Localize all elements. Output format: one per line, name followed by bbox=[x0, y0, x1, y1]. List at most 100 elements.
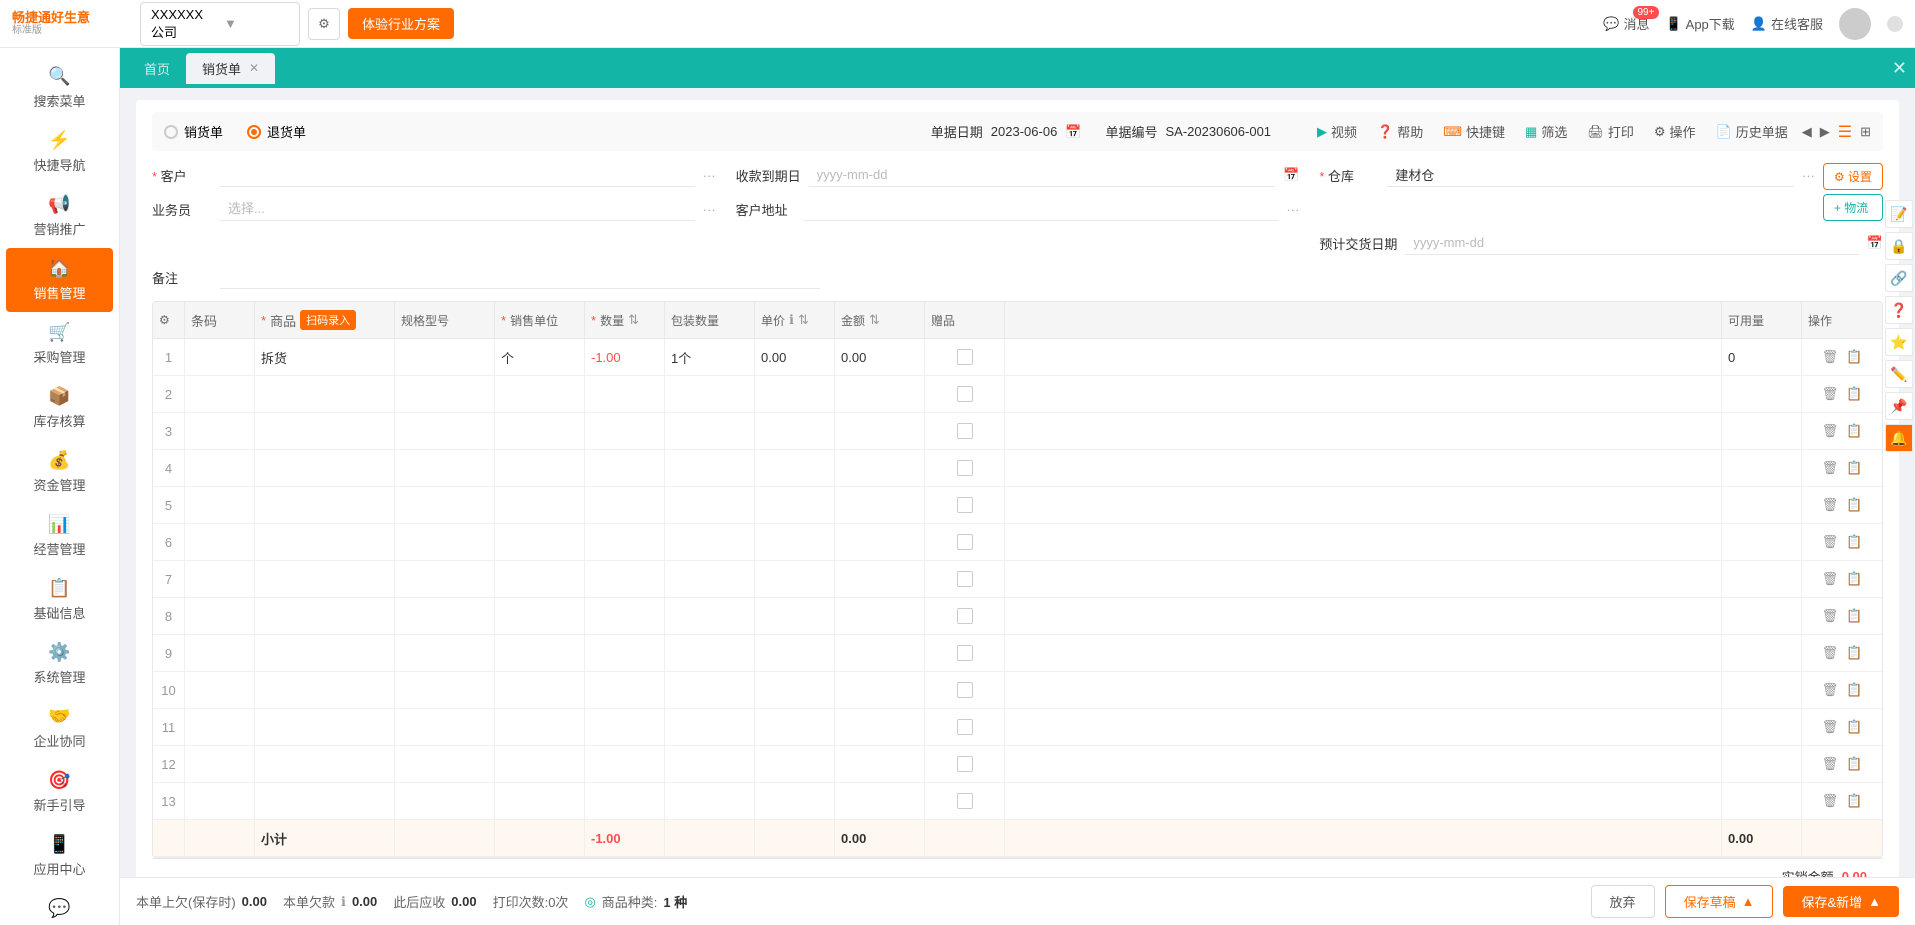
sidebar-item-inventory[interactable]: 📦 库存核算 bbox=[0, 376, 119, 440]
settings-gear-icon[interactable]: ⚙ bbox=[308, 8, 340, 40]
sidebar-item-appstore[interactable]: 📱 应用中心 bbox=[0, 824, 119, 888]
sidebar-item-operations[interactable]: 📊 经营管理 bbox=[0, 504, 119, 568]
scan-barcode-button[interactable]: 扫码录入 bbox=[300, 310, 356, 330]
copy-icon[interactable]: 📋 bbox=[1846, 460, 1862, 476]
warehouse-more-icon[interactable]: ··· bbox=[1802, 168, 1815, 183]
addr-more-icon[interactable]: ··· bbox=[1286, 202, 1299, 217]
tab-sales-order[interactable]: 销货单 ✕ bbox=[186, 53, 275, 84]
copy-icon[interactable]: 📋 bbox=[1846, 682, 1862, 698]
remark-input[interactable] bbox=[220, 265, 820, 289]
copy-icon[interactable]: 📋 bbox=[1846, 571, 1862, 587]
calendar-icon[interactable]: 📅 bbox=[1065, 124, 1081, 140]
delete-icon[interactable]: 🗑 bbox=[1822, 719, 1839, 735]
sidebar-item-marketing[interactable]: 📢 营销推广 bbox=[0, 184, 119, 248]
float-star-btn[interactable]: ⭐ bbox=[1885, 328, 1913, 356]
copy-icon[interactable]: 📋 bbox=[1846, 349, 1862, 365]
salesman-more-icon[interactable]: ··· bbox=[703, 202, 716, 217]
user-avatar[interactable] bbox=[1839, 8, 1871, 40]
td-qty[interactable]: -1.00 bbox=[585, 339, 665, 375]
help-btn[interactable]: ❓ 帮助 bbox=[1371, 120, 1429, 143]
app-download-btn[interactable]: 📱 App下载 bbox=[1665, 14, 1734, 33]
copy-icon[interactable]: 📋 bbox=[1846, 423, 1862, 439]
float-link-btn[interactable]: 🔗 bbox=[1885, 264, 1913, 292]
save-draft-button[interactable]: 保存草稿 ▲ bbox=[1665, 885, 1774, 918]
delivery-calendar-icon[interactable]: 📅 bbox=[1867, 235, 1883, 251]
float-lock-btn[interactable]: 🔒 bbox=[1885, 232, 1913, 260]
logistics-button[interactable]: + 物流 bbox=[1823, 194, 1883, 221]
sidebar-item-guide[interactable]: 🎯 新手引导 bbox=[0, 760, 119, 824]
copy-icon[interactable]: 📋 bbox=[1846, 793, 1862, 809]
print-icon: 🖨 bbox=[1587, 124, 1604, 140]
delete-icon[interactable]: 🗑 bbox=[1822, 534, 1839, 550]
sidebar-item-sales[interactable]: 🏠 销售管理 bbox=[6, 248, 113, 312]
tab-close-icon[interactable]: ✕ bbox=[249, 61, 259, 75]
td-spec[interactable] bbox=[395, 339, 495, 375]
delete-icon[interactable]: 🗑 bbox=[1822, 756, 1839, 772]
payment-due-calendar-icon[interactable]: 📅 bbox=[1283, 167, 1299, 183]
sidebar-item-basics[interactable]: 📋 基础信息 bbox=[0, 568, 119, 632]
sidebar-item-wechat[interactable]: 💬 企业微信 bbox=[0, 888, 119, 925]
copy-icon[interactable]: 📋 bbox=[1846, 386, 1862, 402]
nav-next-icon[interactable]: ▶ bbox=[1820, 124, 1830, 140]
delete-icon[interactable]: 🗑 bbox=[1822, 645, 1839, 661]
customer-more-icon[interactable]: ··· bbox=[703, 168, 716, 183]
company-selector[interactable]: XXXXXX公司 ▼ bbox=[140, 2, 300, 46]
online-service-btn[interactable]: 👤 在线客服 bbox=[1751, 14, 1823, 33]
sidebar-item-purchase[interactable]: 🛒 采购管理 bbox=[0, 312, 119, 376]
float-edit-btn[interactable]: ✏️ bbox=[1885, 360, 1913, 388]
meta-info: 单据日期 2023-06-06 📅 单据编号 SA-20230606-001 bbox=[931, 122, 1271, 141]
setup-button[interactable]: ⚙ 设置 bbox=[1823, 163, 1883, 190]
discard-button[interactable]: 放弃 bbox=[1591, 885, 1655, 918]
view-grid-icon[interactable]: ⊞ bbox=[1860, 124, 1871, 140]
td-gift[interactable] bbox=[925, 339, 1005, 375]
delete-icon[interactable]: 🗑 bbox=[1822, 793, 1839, 809]
customer-input[interactable] bbox=[220, 163, 695, 187]
save-new-button[interactable]: 保存&新增 ▲ bbox=[1783, 886, 1899, 917]
copy-icon[interactable]: 📋 bbox=[1846, 534, 1862, 550]
sidebar-item-finance[interactable]: 💰 资金管理 bbox=[0, 440, 119, 504]
message-btn[interactable]: 💬 消息 99+ bbox=[1603, 14, 1649, 33]
delete-icon[interactable]: 🗑 bbox=[1822, 349, 1839, 365]
operation-btn[interactable]: ⚙ 操作 bbox=[1648, 120, 1702, 143]
salesman-input[interactable] bbox=[220, 197, 695, 221]
delete-icon[interactable]: 🗑 bbox=[1822, 460, 1839, 476]
td-unit-price[interactable]: 0.00 bbox=[755, 339, 835, 375]
delete-icon[interactable]: 🗑 bbox=[1822, 423, 1839, 439]
copy-icon[interactable]: 📋 bbox=[1846, 756, 1862, 772]
video-btn[interactable]: ▶ 视频 bbox=[1311, 120, 1363, 143]
delete-icon[interactable]: 🗑 bbox=[1822, 386, 1839, 402]
copy-icon[interactable]: 📋 bbox=[1846, 719, 1862, 735]
delete-icon[interactable]: 🗑 bbox=[1822, 682, 1839, 698]
copy-icon[interactable]: 📋 bbox=[1846, 645, 1862, 661]
sidebar-item-enterprise[interactable]: 🤝 企业协同 bbox=[0, 696, 119, 760]
print-btn[interactable]: 🖨 打印 bbox=[1581, 120, 1640, 143]
warehouse-input[interactable] bbox=[1387, 163, 1794, 187]
float-help-btn[interactable]: ❓ bbox=[1885, 296, 1913, 324]
shortcut-btn[interactable]: ⌨ 快捷键 bbox=[1437, 120, 1511, 143]
history-btn[interactable]: 📄 历史单据 bbox=[1710, 120, 1794, 143]
delete-icon[interactable]: 🗑 bbox=[1822, 497, 1839, 513]
user-avatar-2[interactable] bbox=[1887, 16, 1903, 32]
delete-icon[interactable]: 🗑 bbox=[1822, 608, 1839, 624]
radio-sales[interactable]: 销货单 bbox=[164, 122, 223, 141]
float-pin-btn[interactable]: 📌 bbox=[1885, 392, 1913, 420]
delivery-date-input[interactable] bbox=[1405, 231, 1858, 255]
filter-btn[interactable]: ▦ 筛选 bbox=[1519, 120, 1573, 143]
td-barcode[interactable] bbox=[185, 339, 255, 375]
sidebar-item-search[interactable]: 🔍 搜索菜单 bbox=[0, 56, 119, 120]
radio-return[interactable]: 退货单 bbox=[247, 122, 306, 141]
sidebar-item-quick[interactable]: ⚡ 快捷导航 bbox=[0, 120, 119, 184]
float-orange-btn[interactable]: 🔔 bbox=[1885, 424, 1913, 452]
copy-icon[interactable]: 📋 bbox=[1846, 608, 1862, 624]
copy-icon[interactable]: 📋 bbox=[1846, 497, 1862, 513]
float-note-btn[interactable]: 📝 bbox=[1885, 200, 1913, 228]
close-all-icon[interactable]: ✕ bbox=[1892, 58, 1907, 79]
view-list-icon[interactable]: ☰ bbox=[1838, 122, 1852, 142]
nav-prev-icon[interactable]: ◀ bbox=[1802, 124, 1812, 140]
trial-button[interactable]: 体验行业方案 bbox=[348, 8, 454, 39]
payment-due-input[interactable] bbox=[809, 163, 1275, 187]
delete-icon[interactable]: 🗑 bbox=[1822, 571, 1839, 587]
customer-addr-input[interactable] bbox=[804, 197, 1279, 221]
sidebar-item-system[interactable]: ⚙️ 系统管理 bbox=[0, 632, 119, 696]
tab-home[interactable]: 首页 bbox=[128, 53, 186, 84]
